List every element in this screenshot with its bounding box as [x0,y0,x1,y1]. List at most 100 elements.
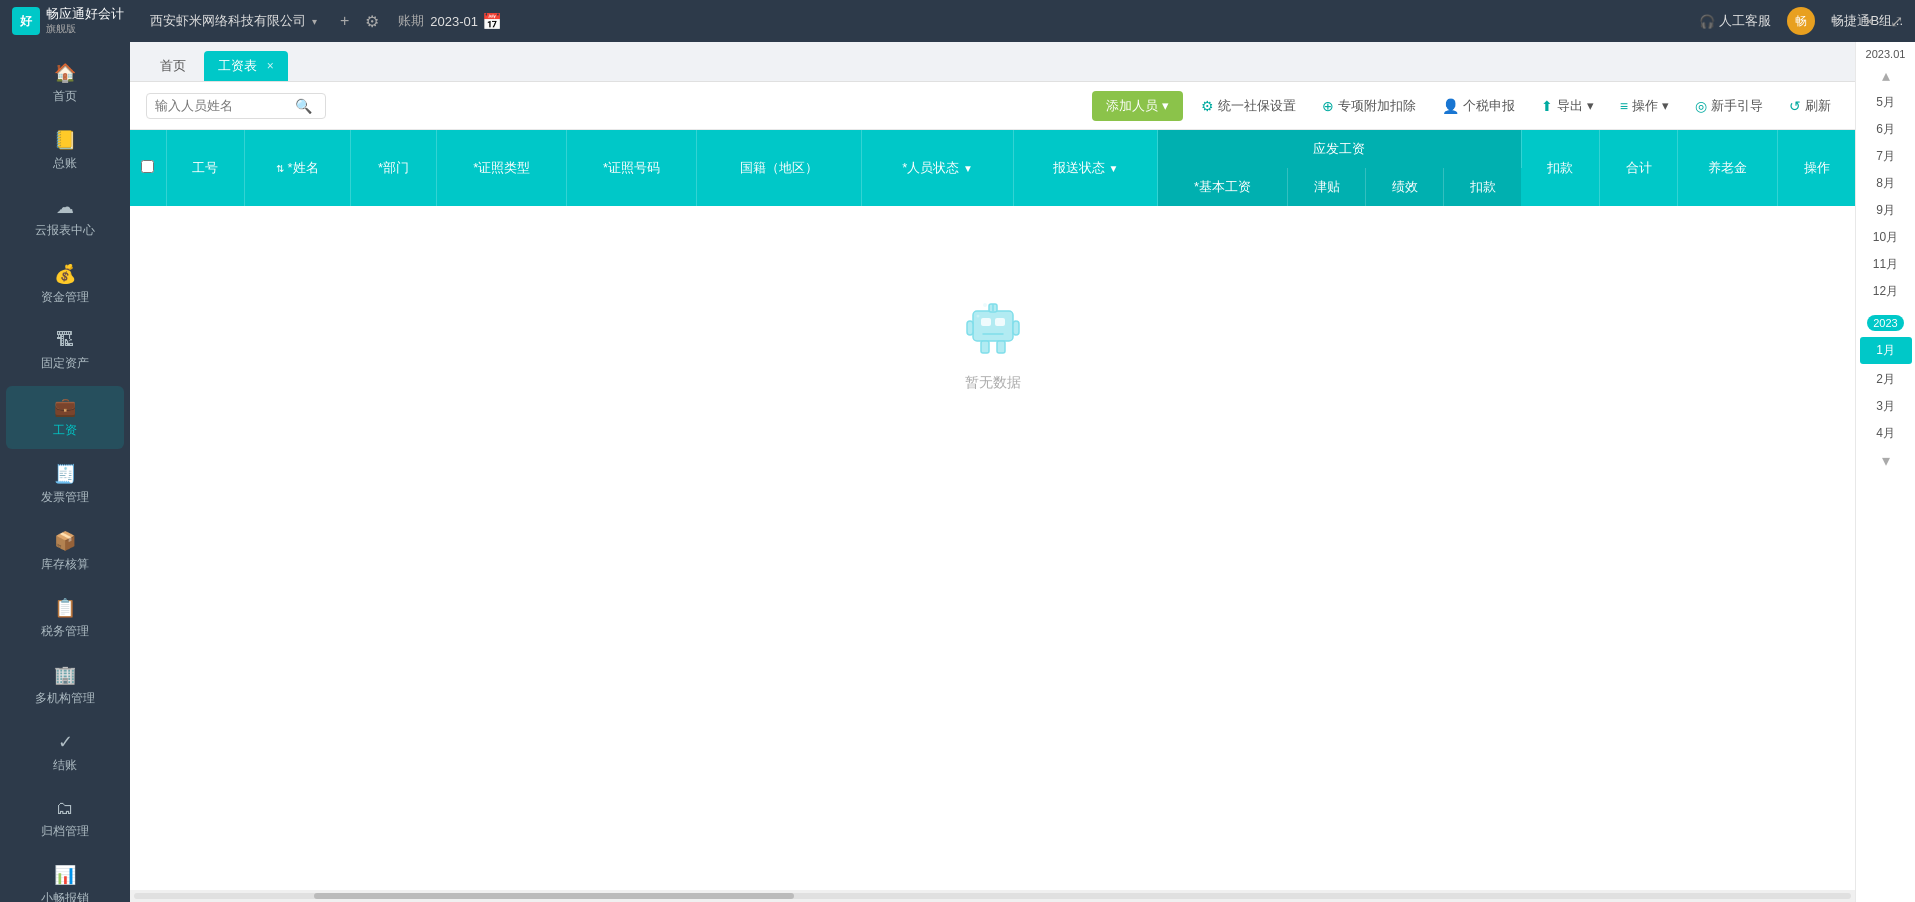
cal-month-10[interactable]: 10月 [1856,224,1915,251]
export-icon: ⬆ [1541,98,1553,114]
multi-org-icon: 🏢 [54,664,76,686]
sidebar-item-close-period[interactable]: ✓ 结账 [6,721,124,784]
add-company-icon[interactable]: + [337,9,352,33]
ledger-icon: 📒 [54,129,76,151]
sidebar-item-inventory[interactable]: 📦 库存核算 [6,520,124,583]
table-header-row1: 工号 ⇅ *姓名 *部门 *证照类型 *证照号码 [130,130,1855,168]
select-all-checkbox[interactable] [141,160,154,173]
th-payable-salary-group: 应发工资 [1158,130,1522,168]
personal-tax-button[interactable]: 👤 个税申报 [1434,93,1523,119]
close-period-icon: ✓ [58,731,73,753]
salary-icon: 💼 [54,396,76,418]
service-button[interactable]: 🎧 人工客服 [1699,12,1771,30]
th-dept: *部门 [350,130,437,206]
sidebar-item-cloud-report[interactable]: ☁ 云报表中心 [6,186,124,249]
search-input[interactable] [155,98,295,113]
sidebar-item-fund[interactable]: 💰 资金管理 [6,253,124,316]
user-avatar[interactable]: 畅 [1787,7,1815,35]
operations-label: 操作 [1632,97,1658,115]
content-area: 首页 工资表 × 🔍 添加人员 ▾ ⚙ 统一社保设置 [130,42,1855,902]
tab-salary-table[interactable]: 工资表 × [204,51,288,81]
cal-month-11[interactable]: 11月 [1856,251,1915,278]
empty-text: 暂无数据 [965,374,1021,392]
sidebar-item-fixed-asset[interactable]: 🏗 固定资产 [6,320,124,382]
horizontal-scrollbar[interactable] [130,890,1855,902]
logo-text-wrap: 畅应通好会计 旗舰版 [46,6,124,36]
invoice-icon: 🧾 [54,463,76,485]
table-wrap: 工号 ⇅ *姓名 *部门 *证照类型 *证照号码 [130,130,1855,890]
sidebar-item-ledger[interactable]: 📒 总账 [6,119,124,182]
th-personnel-status[interactable]: *人员状态 ▼ [861,130,1013,206]
maximize-window-button[interactable]: ⤢ [1886,10,1907,33]
sidebar-label-ledger: 总账 [53,155,77,172]
sidebar-item-multi-org[interactable]: 🏢 多机构管理 [6,654,124,717]
cal-month-1-active[interactable]: 1月 [1860,337,1912,364]
special-deduct-icon: ⊕ [1322,98,1334,114]
home-icon: 🏠 [54,62,76,84]
add-person-button[interactable]: 添加人员 ▾ [1092,91,1183,121]
fixed-asset-icon: 🏗 [56,330,74,351]
cal-month-6[interactable]: 6月 [1856,116,1915,143]
svg-rect-2 [995,318,1005,326]
sidebar-item-expense[interactable]: 📊 小畅报销 [6,854,124,902]
close-window-button[interactable]: × [1861,10,1878,32]
search-wrap[interactable]: 🔍 [146,93,326,119]
cal-month-3[interactable]: 3月 [1856,393,1915,420]
tax-icon: 📋 [54,597,76,619]
cal-month-7[interactable]: 7月 [1856,143,1915,170]
th-report-status[interactable]: 报送状态 ▼ [1014,130,1158,206]
svg-rect-7 [1013,321,1019,335]
operations-button[interactable]: ≡ 操作 ▾ [1612,93,1677,119]
empty-state: 暂无数据 [130,206,1855,472]
svg-rect-9 [997,341,1005,353]
logo-icon: 好 [12,7,40,35]
cal-month-8[interactable]: 8月 [1856,170,1915,197]
operations-icon: ≡ [1620,98,1628,114]
export-button[interactable]: ⬆ 导出 ▾ [1533,93,1602,119]
table-body: 暂无数据 [130,206,1855,472]
scrollbar-thumb[interactable] [314,893,794,899]
special-deduct-button[interactable]: ⊕ 专项附加扣除 [1314,93,1424,119]
tab-home[interactable]: 首页 [146,51,200,81]
cal-month-5[interactable]: 5月 [1856,89,1915,116]
sidebar-item-tax[interactable]: 📋 税务管理 [6,587,124,650]
guide-button[interactable]: ◎ 新手引导 [1687,93,1771,119]
svg-point-11 [976,315,979,318]
sidebar-label-cloud-report: 云报表中心 [35,222,95,239]
social-security-label: 统一社保设置 [1218,97,1296,115]
sidebar-label-multi-org: 多机构管理 [35,690,95,707]
app-logo: 好 畅应通好会计 旗舰版 [12,6,142,36]
th-name[interactable]: ⇅ *姓名 [244,130,350,206]
calendar-icon[interactable]: 📅 [482,12,502,31]
toolbar-right: 添加人员 ▾ ⚙ 统一社保设置 ⊕ 专项附加扣除 👤 个税申报 ⬆ [1092,91,1839,121]
filter-personnel-status-icon: ▼ [963,163,973,174]
settings-icon[interactable]: ⚙ [362,9,382,34]
tab-home-label: 首页 [160,58,186,73]
refresh-button[interactable]: ↺ 刷新 [1781,93,1839,119]
cal-month-4[interactable]: 4月 [1856,420,1915,447]
calendar-panel: 2023.01 ▴ 5月 6月 7月 8月 9月 10月 11月 12月 202… [1855,42,1915,902]
calendar-prev-button[interactable]: ▴ [1856,62,1915,89]
sidebar-item-salary[interactable]: 💼 工资 [6,386,124,449]
social-security-button[interactable]: ⚙ 统一社保设置 [1193,93,1304,119]
sidebar-item-invoice[interactable]: 🧾 发票管理 [6,453,124,516]
cal-month-12[interactable]: 12月 [1856,278,1915,305]
tab-bar: 首页 工资表 × [130,42,1855,82]
add-person-arrow-icon: ▾ [1162,98,1169,113]
company-selector[interactable]: 西安虾米网络科技有限公司 ▾ [142,8,325,34]
refresh-icon: ↺ [1789,98,1801,114]
scrollbar-track [134,893,1851,899]
empty-state-cell: 暂无数据 [130,206,1855,472]
sidebar-item-archive[interactable]: 🗂 归档管理 [6,788,124,850]
calendar-next-button[interactable]: ▾ [1856,447,1915,474]
cal-month-2[interactable]: 2月 [1856,366,1915,393]
empty-icon [953,286,1033,366]
sidebar-item-home[interactable]: 🏠 首页 [6,52,124,115]
sidebar-label-fund: 资金管理 [41,289,89,306]
company-name: 西安虾米网络科技有限公司 [150,12,306,30]
guide-icon: ◎ [1695,98,1707,114]
tab-close-salary[interactable]: × [267,59,274,73]
cal-month-9[interactable]: 9月 [1856,197,1915,224]
company-chevron-icon: ▾ [312,16,317,27]
th-checkbox[interactable] [130,130,166,206]
